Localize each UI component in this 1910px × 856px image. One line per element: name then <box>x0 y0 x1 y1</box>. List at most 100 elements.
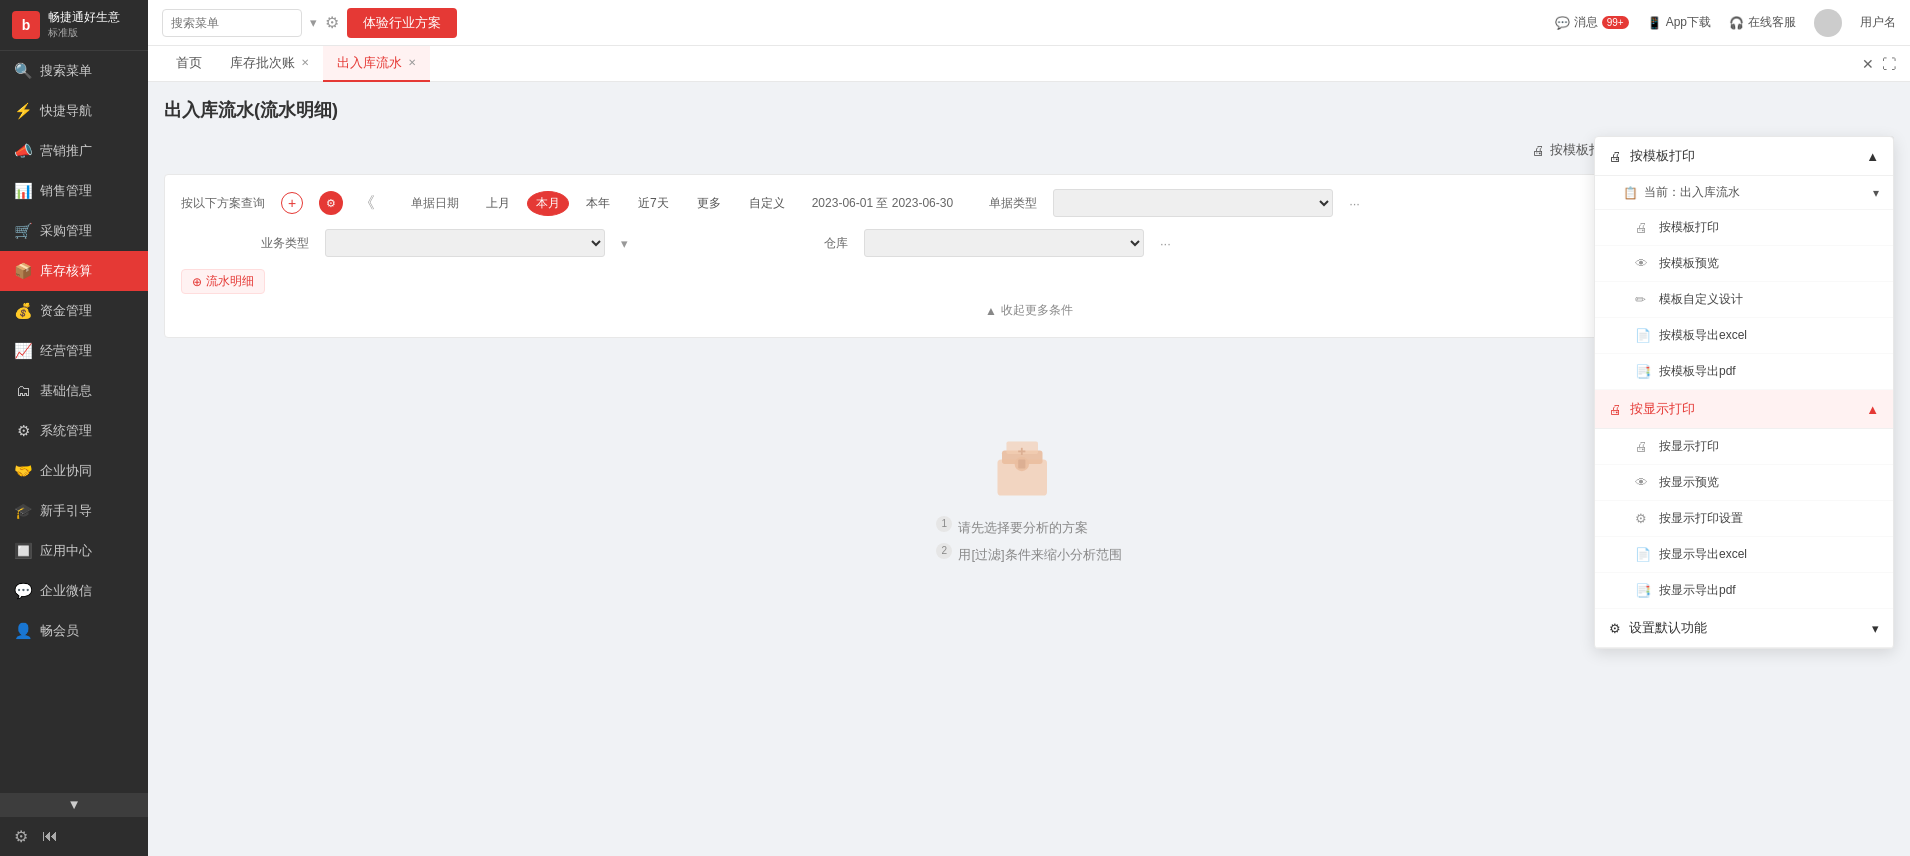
dropdown-item-excel-template[interactable]: 📄 按模板导出excel <box>1595 318 1893 354</box>
sidebar-item-搜索菜单[interactable]: 🔍搜索菜单 <box>0 51 148 91</box>
topbar-settings-icon[interactable]: ⚙ <box>325 13 339 32</box>
collapse-icon[interactable]: ⏮ <box>42 827 58 846</box>
messages-btn[interactable]: 💬 消息 99+ <box>1555 14 1629 31</box>
empty-tip-2: 用[过滤]条件来缩小分析范围 <box>958 543 1121 566</box>
topbar-left: ▾ ⚙ 体验行业方案 <box>162 8 457 38</box>
dropdown-default-chevron: ▾ <box>1872 621 1879 636</box>
sidebar-icon-7: 📈 <box>14 342 32 360</box>
sidebar-item-经营管理[interactable]: 📈经营管理 <box>0 331 148 371</box>
sidebar-logo: b 畅捷通好生意 标准版 <box>0 0 148 51</box>
dropdown-current-chevron: ▾ <box>1873 186 1879 200</box>
sidebar-item-销售管理[interactable]: 📊销售管理 <box>0 171 148 211</box>
dropdown-default-func[interactable]: ⚙ 设置默认功能 ▾ <box>1595 609 1893 648</box>
date-tag-this-year[interactable]: 本年 <box>575 191 621 216</box>
item-pdf-display-label: 按显示导出pdf <box>1659 582 1736 599</box>
sidebar-label-2: 营销推广 <box>40 142 92 160</box>
tab-flow[interactable]: 出入库流水 ✕ <box>323 46 430 82</box>
settings-icon[interactable]: ⚙ <box>14 827 28 846</box>
sidebar-item-库存核算[interactable]: 📦库存核算 <box>0 251 148 291</box>
filter-settings-badge[interactable]: ⚙ <box>319 191 343 215</box>
tab-flow-close[interactable]: ✕ <box>408 57 416 68</box>
query-scheme-label: 按以下方案查询 <box>181 195 265 212</box>
sidebar-label-10: 企业协同 <box>40 462 92 480</box>
biz-type-select[interactable] <box>325 229 605 257</box>
dropdown-item-pdf-display[interactable]: 📑 按显示导出pdf <box>1595 573 1893 609</box>
date-tag-custom[interactable]: 自定义 <box>738 191 796 216</box>
online-service-btn[interactable]: 🎧 在线客服 <box>1729 14 1796 31</box>
dropdown-current-label: 当前：出入库流水 <box>1644 184 1740 201</box>
tab-flow-label: 出入库流水 <box>337 54 402 72</box>
message-icon: 💬 <box>1555 16 1570 30</box>
dropdown-item-print-display[interactable]: 🖨 按显示打印 <box>1595 429 1893 465</box>
tab-close-all-btn[interactable]: ✕ <box>1862 56 1874 72</box>
item-preview-display-label: 按显示预览 <box>1659 474 1719 491</box>
sidebar-item-企业协同[interactable]: 🤝 企业协同 <box>0 451 148 491</box>
dropdown-display-label: 按显示打印 <box>1630 400 1695 418</box>
filter-expand-btn[interactable]: 《 <box>359 193 375 214</box>
sidebar-item-畅会员[interactable]: 👤畅会员 <box>0 611 148 651</box>
dropdown-display-header[interactable]: 🖨 按显示打印 ▲ <box>1595 390 1893 429</box>
sidebar-item-基础信息[interactable]: 🗂基础信息 <box>0 371 148 411</box>
dropdown-item-print-template[interactable]: 🖨 按模板打印 <box>1595 210 1893 246</box>
sidebar-label-1: 快捷导航 <box>40 102 92 120</box>
sidebar-item-营销推广[interactable]: 📣 营销推广 <box>0 131 148 171</box>
date-tag-7days[interactable]: 近7天 <box>627 191 680 216</box>
sidebar-item-快捷导航[interactable]: ⚡快捷导航 <box>0 91 148 131</box>
doc-type-more-icon[interactable]: ··· <box>1349 196 1360 211</box>
sidebar-icon-8: 🗂 <box>14 382 32 399</box>
tab-maximize-btn[interactable]: ⛶ <box>1882 56 1896 72</box>
default-func-icon: ⚙ <box>1609 621 1621 636</box>
flow-detail-tag[interactable]: ⊕ 流水明细 <box>181 269 265 294</box>
item-excel-icon: 📄 <box>1635 328 1651 343</box>
search-input[interactable] <box>162 9 302 37</box>
sidebar-item-采购管理[interactable]: 🛒采购管理 <box>0 211 148 251</box>
sidebar-item-应用中心[interactable]: 🔲应用中心 <box>0 531 148 571</box>
tab-inventory-batch-close[interactable]: ✕ <box>301 57 309 68</box>
dropdown-collapse-icon: ▲ <box>1866 149 1879 164</box>
sidebar-label-5: 库存核算 <box>40 262 92 280</box>
sidebar-icon-12: 🔲 <box>14 542 32 560</box>
sidebar-scroll-down[interactable]: ▼ <box>0 793 148 816</box>
dropdown-item-settings-display[interactable]: ⚙ 按显示打印设置 <box>1595 501 1893 537</box>
industry-btn[interactable]: 体验行业方案 <box>347 8 457 38</box>
warehouse-select[interactable] <box>864 229 1144 257</box>
date-tag-more[interactable]: 更多 <box>686 191 732 216</box>
date-tag-prev-month[interactable]: 上月 <box>475 191 521 216</box>
sidebar-item-系统管理[interactable]: ⚙系统管理 <box>0 411 148 451</box>
sidebar-icon-10: 🤝 <box>14 462 32 480</box>
empty-tip-1: 请先选择要分析的方案 <box>958 516 1088 539</box>
date-tag-this-month[interactable]: 本月 <box>527 191 569 216</box>
biz-type-dropdown-icon[interactable]: ▾ <box>621 236 628 251</box>
sidebar-item-资金管理[interactable]: 💰资金管理 <box>0 291 148 331</box>
dropdown-current[interactable]: 📋 当前：出入库流水 ▾ <box>1595 176 1893 210</box>
dropdown-item-design-template[interactable]: ✏ 模板自定义设计 <box>1595 282 1893 318</box>
sidebar-icon-9: ⚙ <box>14 422 32 440</box>
app-download-btn[interactable]: 📱 App下载 <box>1647 14 1711 31</box>
doc-type-select[interactable] <box>1053 189 1333 217</box>
dropdown-item-preview-template[interactable]: 👁 按模板预览 <box>1595 246 1893 282</box>
sidebar-icon-2: 📣 <box>14 142 32 160</box>
sidebar-icon-0: 🔍 <box>14 62 32 80</box>
sidebar-label-14: 畅会员 <box>40 622 79 640</box>
item-print-display-icon: 🖨 <box>1635 439 1651 454</box>
dropdown-item-pdf-template[interactable]: 📑 按模板导出pdf <box>1595 354 1893 390</box>
filter-add-btn[interactable]: + <box>281 192 303 214</box>
dropdown-item-excel-display[interactable]: 📄 按显示导出excel <box>1595 537 1893 573</box>
messages-label: 消息 <box>1574 14 1598 31</box>
warehouse-more-icon[interactable]: ··· <box>1160 236 1171 251</box>
dropdown-item-preview-display[interactable]: 👁 按显示预览 <box>1595 465 1893 501</box>
date-tag-group: 上月 本月 本年 近7天 更多 自定义 <box>475 191 796 216</box>
online-service-label: 在线客服 <box>1748 14 1796 31</box>
tab-inventory-batch[interactable]: 库存批次账 ✕ <box>216 46 323 82</box>
tab-home[interactable]: 首页 <box>162 46 216 82</box>
item-excel-display-label: 按显示导出excel <box>1659 546 1747 563</box>
item-settings-display-label: 按显示打印设置 <box>1659 510 1743 527</box>
sidebar-label-3: 销售管理 <box>40 182 92 200</box>
sidebar-label-4: 采购管理 <box>40 222 92 240</box>
avatar[interactable] <box>1814 9 1842 37</box>
sidebar-item-企业微信[interactable]: 💬企业微信 <box>0 571 148 611</box>
dropdown-template-header[interactable]: 🖨 按模板打印 ▲ <box>1595 137 1893 176</box>
search-dropdown-icon[interactable]: ▾ <box>310 15 317 30</box>
user-name: 用户名 <box>1860 14 1896 31</box>
sidebar-item-新手引导[interactable]: 🎓新手引导 <box>0 491 148 531</box>
